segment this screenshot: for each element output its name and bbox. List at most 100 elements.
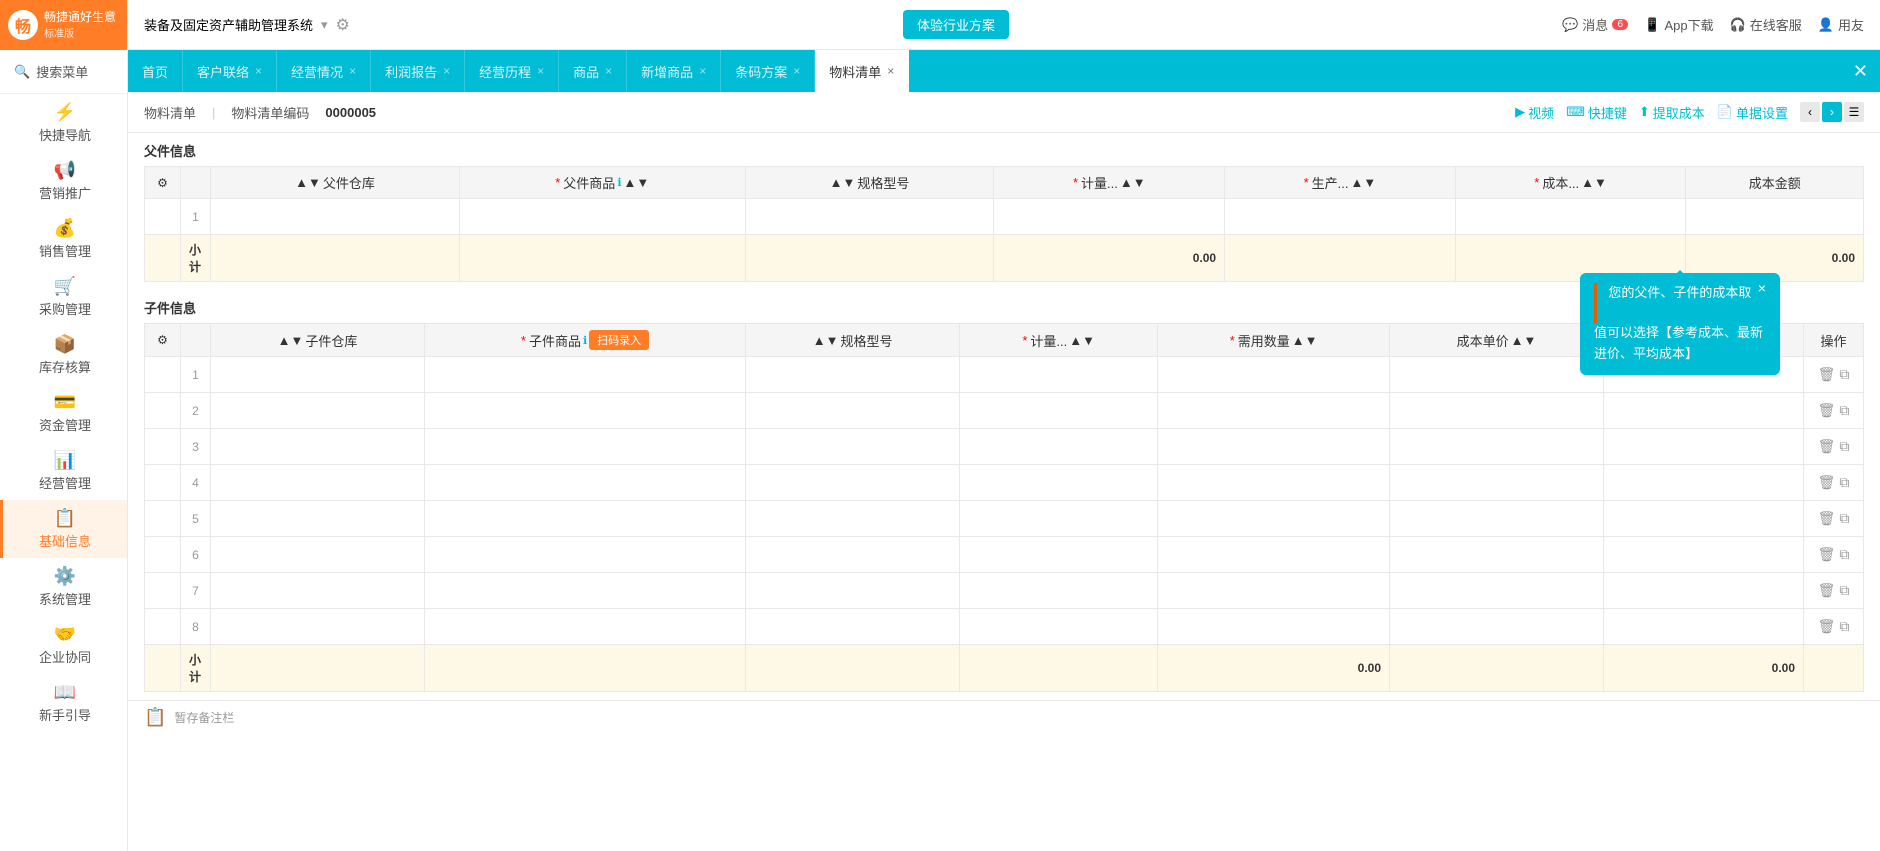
child-row3-product[interactable] — [424, 429, 745, 465]
child-settings-th[interactable]: ⚙ — [145, 324, 181, 357]
copy-icon-5[interactable]: ⧉ — [1839, 510, 1849, 527]
child-row5-warehouse[interactable] — [211, 501, 425, 537]
child-row1-unit-cost[interactable] — [1390, 357, 1604, 393]
child-row4-spec[interactable] — [746, 465, 960, 501]
copy-icon-4[interactable]: ⧉ — [1839, 474, 1849, 491]
child-row1-unit[interactable] — [960, 357, 1158, 393]
tab-close-8[interactable]: × — [887, 64, 894, 78]
child-row4-unit-cost[interactable] — [1390, 465, 1604, 501]
child-row4-qty[interactable] — [1158, 465, 1390, 501]
search-area[interactable]: 🔍 搜索菜单 — [0, 50, 127, 94]
single-setting-action[interactable]: 📄 单据设置 — [1717, 103, 1788, 122]
tab-0[interactable]: 首页 — [128, 50, 183, 92]
copy-icon-3[interactable]: ⧉ — [1839, 438, 1849, 455]
child-row8-unit[interactable] — [960, 609, 1158, 645]
child-row7-spec[interactable] — [746, 573, 960, 609]
child-row8-warehouse[interactable] — [211, 609, 425, 645]
tab-close-3[interactable]: × — [443, 64, 450, 78]
scan-input-button[interactable]: 扫码录入 — [589, 330, 649, 350]
tab-close-7[interactable]: × — [793, 64, 800, 78]
tab-8[interactable]: 物料清单× — [815, 50, 909, 92]
child-row8-product[interactable] — [424, 609, 745, 645]
copy-icon-7[interactable]: ⧉ — [1839, 582, 1849, 599]
parent-settings-th[interactable]: ⚙ — [145, 167, 181, 199]
child-row8-spec[interactable] — [746, 609, 960, 645]
child-row5-spec[interactable] — [746, 501, 960, 537]
delete-icon-5[interactable]: 🗑 — [1818, 510, 1836, 527]
tab-close-2[interactable]: × — [349, 64, 356, 78]
child-row8-qty[interactable] — [1158, 609, 1390, 645]
next-arrow-button[interactable]: › — [1822, 102, 1842, 122]
tab-3[interactable]: 利润报告× — [371, 50, 465, 92]
sidebar-item-3[interactable]: 🛒采购管理 — [0, 268, 127, 326]
tab-close-1[interactable]: × — [255, 64, 262, 78]
child-row7-unit[interactable] — [960, 573, 1158, 609]
delete-icon-4[interactable]: 🗑 — [1818, 474, 1836, 491]
child-row7-warehouse[interactable] — [211, 573, 425, 609]
delete-icon-6[interactable]: 🗑 — [1818, 546, 1836, 563]
child-row2-unit-cost[interactable] — [1390, 393, 1604, 429]
child-row6-spec[interactable] — [746, 537, 960, 573]
tab-close-4[interactable]: × — [537, 64, 544, 78]
sidebar-item-2[interactable]: 💰销售管理 — [0, 210, 127, 268]
sidebar-item-1[interactable]: 📢营销推广 — [0, 152, 127, 210]
tab-5[interactable]: 商品× — [559, 50, 627, 92]
child-row4-unit[interactable] — [960, 465, 1158, 501]
child-row1-spec[interactable] — [746, 357, 960, 393]
sidebar-item-8[interactable]: ⚙️系统管理 — [0, 558, 127, 616]
close-all-button[interactable]: ✕ — [1849, 57, 1872, 86]
copy-icon-8[interactable]: ⧉ — [1839, 618, 1849, 635]
sidebar-item-7[interactable]: 📋基础信息 — [0, 500, 127, 558]
settings-icon[interactable]: ⚙ — [336, 15, 350, 35]
extract-cost-action[interactable]: ⬆ 提取成本 — [1639, 103, 1705, 122]
sidebar-item-4[interactable]: 📦库存核算 — [0, 326, 127, 384]
child-row6-unit-cost[interactable] — [1390, 537, 1604, 573]
sidebar-item-9[interactable]: 🤝企业协同 — [0, 616, 127, 674]
parent-row1-warehouse[interactable] — [211, 199, 460, 235]
child-row3-unit-cost[interactable] — [1390, 429, 1604, 465]
child-row3-qty[interactable] — [1158, 429, 1390, 465]
sidebar-item-10[interactable]: 📖新手引导 — [0, 674, 127, 732]
delete-icon-1[interactable]: 🗑 — [1818, 366, 1836, 383]
delete-icon-8[interactable]: 🗑 — [1818, 618, 1836, 635]
copy-icon-2[interactable]: ⧉ — [1839, 402, 1849, 419]
child-row8-unit-cost[interactable] — [1390, 609, 1604, 645]
child-row7-qty[interactable] — [1158, 573, 1390, 609]
child-row5-product[interactable] — [424, 501, 745, 537]
parent-row1-product[interactable] — [459, 199, 745, 235]
tooltip-close-button[interactable]: × — [1758, 281, 1766, 295]
message-item[interactable]: 💬 消息 6 — [1562, 15, 1628, 34]
tab-2[interactable]: 经营情况× — [277, 50, 371, 92]
parent-row1-cost[interactable] — [1455, 199, 1686, 235]
child-row3-warehouse[interactable] — [211, 429, 425, 465]
child-row3-spec[interactable] — [746, 429, 960, 465]
child-row2-warehouse[interactable] — [211, 393, 425, 429]
tab-1[interactable]: 客户联络× — [183, 50, 277, 92]
delete-icon-3[interactable]: 🗑 — [1818, 438, 1836, 455]
child-row4-product[interactable] — [424, 465, 745, 501]
child-row5-unit[interactable] — [960, 501, 1158, 537]
child-row5-qty[interactable] — [1158, 501, 1390, 537]
copy-icon-6[interactable]: ⧉ — [1839, 546, 1849, 563]
delete-icon-7[interactable]: 🗑 — [1818, 582, 1836, 599]
sidebar-item-5[interactable]: 💳资金管理 — [0, 384, 127, 442]
child-row1-warehouse[interactable] — [211, 357, 425, 393]
child-row2-spec[interactable] — [746, 393, 960, 429]
child-row7-product[interactable] — [424, 573, 745, 609]
tab-4[interactable]: 经营历程× — [465, 50, 559, 92]
child-row6-qty[interactable] — [1158, 537, 1390, 573]
parent-row1-unit[interactable] — [994, 199, 1225, 235]
child-row6-warehouse[interactable] — [211, 537, 425, 573]
child-row1-product[interactable] — [424, 357, 745, 393]
child-row5-unit-cost[interactable] — [1390, 501, 1604, 537]
tab-close-5[interactable]: × — [605, 64, 612, 78]
list-view-button[interactable]: ☰ — [1844, 102, 1864, 122]
child-row7-unit-cost[interactable] — [1390, 573, 1604, 609]
dropdown-arrow-icon[interactable]: ▾ — [321, 17, 328, 33]
tab-close-6[interactable]: × — [699, 64, 706, 78]
user-item[interactable]: 👤 用友 — [1818, 15, 1864, 34]
sidebar-item-6[interactable]: 📊经营管理 — [0, 442, 127, 500]
child-row2-product[interactable] — [424, 393, 745, 429]
app-download-item[interactable]: 📱 App下载 — [1644, 15, 1713, 34]
child-row1-qty[interactable] — [1158, 357, 1390, 393]
